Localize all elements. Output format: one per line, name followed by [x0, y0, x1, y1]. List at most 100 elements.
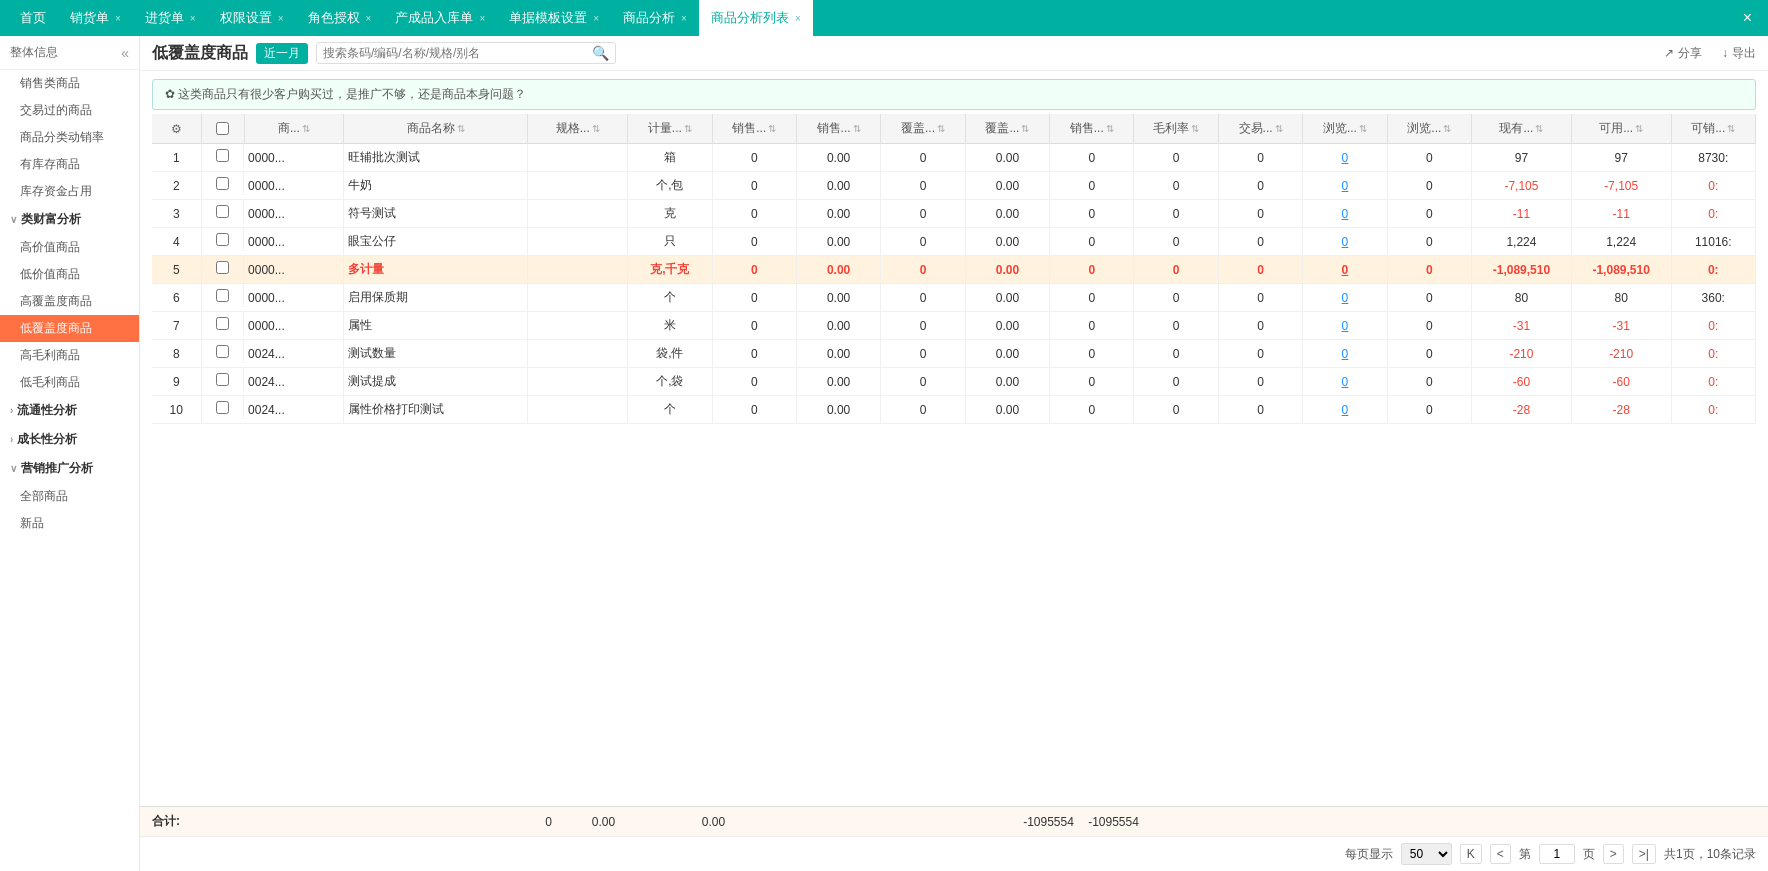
row-view1[interactable]: 0 [1303, 312, 1387, 340]
close-icon[interactable]: × [479, 13, 485, 24]
close-icon[interactable]: × [278, 13, 284, 24]
nav-role[interactable]: 角色授权 × [296, 0, 384, 36]
row-view1[interactable]: 0 [1303, 284, 1387, 312]
row-view1[interactable]: 0 [1303, 256, 1387, 284]
sidebar-item-all-products[interactable]: 全部商品 [0, 483, 139, 510]
sidebar-item-high-value[interactable]: 高价值商品 [0, 234, 139, 261]
select-all-checkbox[interactable] [216, 122, 229, 135]
share-button[interactable]: ↗ 分享 [1664, 45, 1702, 62]
search-input[interactable] [323, 46, 592, 60]
sidebar-item-high-margin[interactable]: 高毛利商品 [0, 342, 139, 369]
nav-purchase[interactable]: 进货单 × [133, 0, 208, 36]
nav-sales[interactable]: 销货单 × [58, 0, 133, 36]
row-view1[interactable]: 0 [1303, 172, 1387, 200]
row-select-checkbox[interactable] [216, 261, 229, 274]
row-checkbox[interactable] [202, 172, 244, 195]
row-checkbox[interactable] [202, 200, 244, 223]
sidebar-section-marketing[interactable]: ∨ 营销推广分析 [0, 454, 139, 483]
row-checkbox[interactable] [202, 340, 244, 363]
nav-template[interactable]: 单据模板设置 × [497, 0, 611, 36]
row-checkbox[interactable] [202, 144, 244, 167]
sidebar-item-traded-products[interactable]: 交易过的商品 [0, 97, 139, 124]
th-spec[interactable]: 规格...⇅ [528, 114, 628, 144]
row-view1[interactable]: 0 [1303, 200, 1387, 228]
row-stock2: -1,089,510 [1571, 256, 1671, 284]
period-button[interactable]: 近一月 [256, 43, 308, 64]
th-sales3[interactable]: 销售...⇅ [1050, 114, 1134, 144]
row-checkbox[interactable] [202, 284, 244, 307]
last-page-btn[interactable]: >| [1632, 844, 1656, 864]
sidebar-item-low-value[interactable]: 低价值商品 [0, 261, 139, 288]
sidebar-item-in-stock[interactable]: 有库存商品 [0, 151, 139, 178]
th-cover1[interactable]: 覆盖...⇅ [881, 114, 965, 144]
row-select-checkbox[interactable] [216, 205, 229, 218]
row-view1[interactable]: 0 [1303, 368, 1387, 396]
th-sales1[interactable]: 销售...⇅ [712, 114, 796, 144]
row-select-checkbox[interactable] [216, 233, 229, 246]
row-view1[interactable]: 0 [1303, 396, 1387, 424]
th-unit[interactable]: 计量...⇅ [628, 114, 712, 144]
row-checkbox[interactable] [202, 368, 244, 391]
row-checkbox[interactable] [202, 396, 244, 419]
row-select-checkbox[interactable] [216, 317, 229, 330]
row-select-checkbox[interactable] [216, 177, 229, 190]
sidebar-section-wealth[interactable]: ∨ 类财富分析 [0, 205, 139, 234]
th-name[interactable]: 商品名称⇅ [344, 114, 528, 144]
nav-home[interactable]: 首页 [8, 0, 58, 36]
th-gross[interactable]: 毛利率⇅ [1134, 114, 1218, 144]
sidebar-section-circulation[interactable]: › 流通性分析 [0, 396, 139, 425]
close-icon[interactable]: × [366, 13, 372, 24]
row-select-checkbox[interactable] [216, 373, 229, 386]
close-icon[interactable]: × [115, 13, 121, 24]
th-cover2[interactable]: 覆盖...⇅ [965, 114, 1049, 144]
sidebar-collapse-btn[interactable]: « [121, 45, 129, 61]
row-checkbox[interactable] [202, 256, 244, 279]
per-page-select[interactable]: 50 10 20 100 [1401, 843, 1452, 865]
row-select-checkbox[interactable] [216, 289, 229, 302]
sidebar-item-sales-products[interactable]: 销售类商品 [0, 70, 139, 97]
close-icon[interactable]: × [593, 13, 599, 24]
sidebar-item-low-coverage[interactable]: 低覆盖度商品 [0, 315, 139, 342]
row-select-checkbox[interactable] [216, 149, 229, 162]
row-checkbox[interactable] [202, 228, 244, 251]
row-select-checkbox[interactable] [216, 401, 229, 414]
sidebar-item-new-products[interactable]: 新品 [0, 510, 139, 537]
row-stock2: -28 [1571, 396, 1671, 424]
th-code[interactable]: 商...⇅ [244, 114, 344, 144]
th-stock2[interactable]: 可用...⇅ [1571, 114, 1671, 144]
prev-page-btn[interactable]: < [1490, 844, 1511, 864]
th-trade[interactable]: 交易...⇅ [1218, 114, 1302, 144]
sidebar-item-low-margin[interactable]: 低毛利商品 [0, 369, 139, 396]
th-settings[interactable]: ⚙ [152, 114, 201, 144]
nav-permission[interactable]: 权限设置 × [208, 0, 296, 36]
sidebar-item-high-coverage[interactable]: 高覆盖度商品 [0, 288, 139, 315]
row-code: 0000... [244, 312, 344, 340]
close-icon[interactable]: × [190, 13, 196, 24]
th-stock3[interactable]: 可销...⇅ [1671, 114, 1755, 144]
settings-icon[interactable]: ⚙ [171, 122, 182, 136]
current-page-input[interactable] [1539, 844, 1575, 864]
row-view1[interactable]: 0 [1303, 228, 1387, 256]
sidebar-item-stock-capital[interactable]: 库存资金占用 [0, 178, 139, 205]
close-icon[interactable]: × [681, 13, 687, 24]
export-button[interactable]: ↓ 导出 [1722, 45, 1756, 62]
next-page-btn[interactable]: > [1603, 844, 1624, 864]
nav-product-analysis-list[interactable]: 商品分析列表 × [699, 0, 813, 36]
th-stock1[interactable]: 现有...⇅ [1472, 114, 1572, 144]
row-view1[interactable]: 0 [1303, 340, 1387, 368]
row-view1[interactable]: 0 [1303, 144, 1387, 172]
th-view2[interactable]: 浏览...⇅ [1387, 114, 1471, 144]
search-icon[interactable]: 🔍 [592, 45, 609, 61]
row-checkbox[interactable] [202, 312, 244, 335]
nav-product-analysis[interactable]: 商品分析 × [611, 0, 699, 36]
nav-product-entry[interactable]: 产成品入库单 × [383, 0, 497, 36]
first-page-btn[interactable]: K [1460, 844, 1482, 864]
per-page-label: 每页显示 [1345, 846, 1393, 863]
th-view1[interactable]: 浏览...⇅ [1303, 114, 1387, 144]
window-close-btn[interactable]: × [1735, 9, 1760, 27]
sidebar-section-growth[interactable]: › 成长性分析 [0, 425, 139, 454]
th-sales2[interactable]: 销售...⇅ [796, 114, 880, 144]
row-select-checkbox[interactable] [216, 345, 229, 358]
sidebar-item-category-rate[interactable]: 商品分类动销率 [0, 124, 139, 151]
close-icon[interactable]: × [795, 13, 801, 24]
